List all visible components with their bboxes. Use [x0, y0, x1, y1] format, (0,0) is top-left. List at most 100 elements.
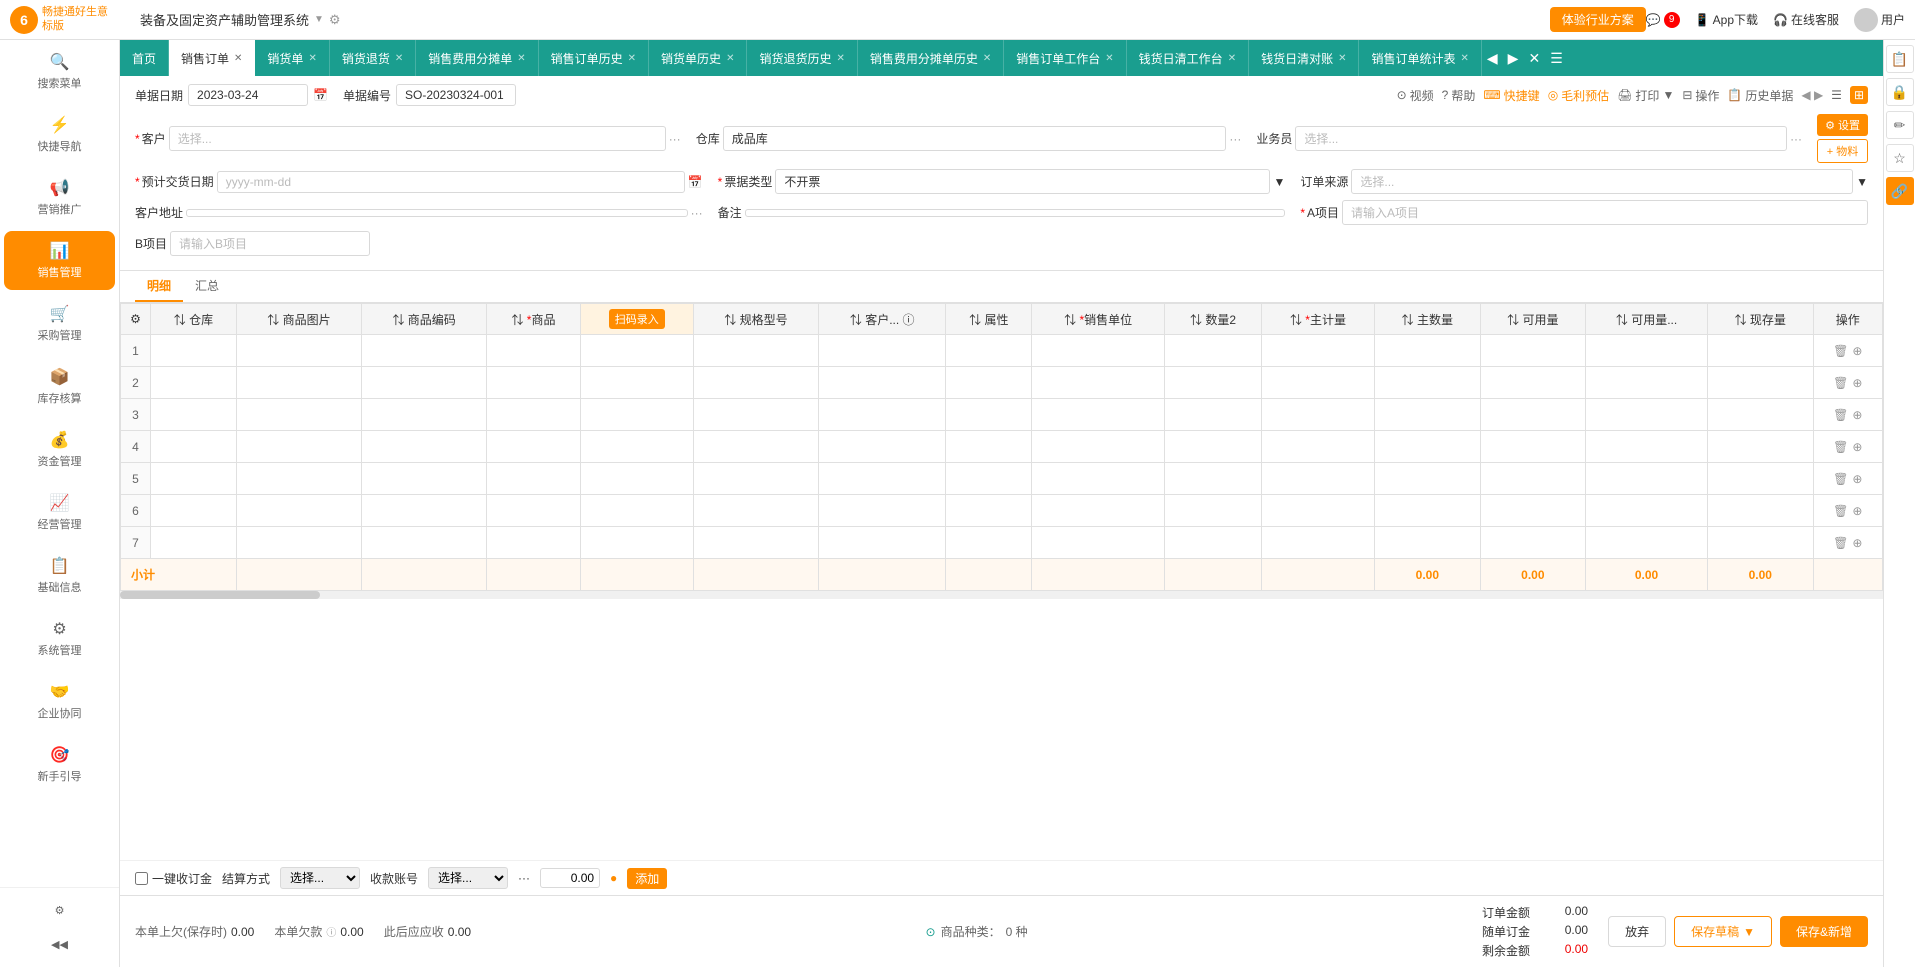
col-qty2[interactable]: ⇅ 数量2	[1165, 304, 1262, 335]
operations-btn[interactable]: ⊟ 操作	[1682, 87, 1719, 104]
save-new-button[interactable]: 保存&新增	[1780, 916, 1868, 947]
sidebar-item-inventory[interactable]: 📦 库存核算	[4, 357, 115, 416]
help-btn[interactable]: ? 帮助	[1442, 87, 1476, 104]
preview-btn[interactable]: ⊙ 视频	[1397, 87, 1434, 104]
history-btn[interactable]: 📋 历史单据	[1727, 87, 1793, 104]
tab-close-icon[interactable]: ✕	[836, 53, 844, 64]
sidebar-item-operations[interactable]: 📈 经营管理	[4, 483, 115, 542]
copy-icon[interactable]: ⊕	[1852, 536, 1862, 550]
delete-icon[interactable]: 🗑	[1833, 376, 1848, 390]
sidebar-item-finance[interactable]: 💰 资金管理	[4, 420, 115, 479]
col-main-unit[interactable]: ⇅ *主计量	[1261, 304, 1374, 335]
salesperson-input[interactable]: 选择...	[1295, 126, 1787, 151]
tab-nav-next[interactable]: ▶	[1503, 50, 1524, 67]
remarks-input[interactable]	[745, 209, 1286, 217]
col-available[interactable]: ⇅ 可用量	[1480, 304, 1586, 335]
tab-home[interactable]: 首页	[120, 40, 169, 76]
copy-icon[interactable]: ⊕	[1852, 440, 1862, 454]
tab-sales-slip[interactable]: 销货单 ✕	[255, 40, 329, 76]
system-dropdown-icon[interactable]: ▼	[314, 14, 324, 25]
dropdown-arrow-icon[interactable]: ▼	[1743, 925, 1755, 939]
sidebar-collapse[interactable]: ◀◀	[46, 930, 73, 959]
col-available2[interactable]: ⇅ 可用量...	[1586, 304, 1708, 335]
col-unit[interactable]: ⇅ *销售单位	[1032, 304, 1165, 335]
tab-close-icon[interactable]: ✕	[1105, 53, 1113, 64]
sidebar-item-search[interactable]: 🔍 搜索菜单	[4, 42, 115, 101]
payment-amount-input[interactable]	[540, 868, 600, 888]
copy-icon[interactable]: ⊕	[1852, 472, 1862, 486]
col-product[interactable]: ⇅ *商品	[487, 304, 581, 335]
tab-sales-expense[interactable]: 销售费用分摊单 ✕	[416, 40, 538, 76]
sidebar-item-quicknav[interactable]: ⚡ 快捷导航	[4, 105, 115, 164]
delete-icon[interactable]: 🗑	[1833, 408, 1848, 422]
col-customer-code[interactable]: ⇅ 客户... ⓘ	[819, 304, 946, 335]
detail-tab-detail[interactable]: 明细	[135, 271, 183, 302]
scroll-thumb[interactable]	[120, 591, 320, 599]
solution-button[interactable]: 体验行业方案	[1550, 7, 1646, 32]
col-warehouse[interactable]: ⇅ 仓库	[151, 304, 237, 335]
tab-menu[interactable]: ☰	[1545, 50, 1568, 67]
tab-sales-return-history[interactable]: 销货退货历史 ✕	[747, 40, 857, 76]
payment-method-select[interactable]: 选择...	[280, 867, 360, 889]
tab-close-icon[interactable]: ✕	[1338, 53, 1346, 64]
right-panel-lock[interactable]: 🔒	[1886, 78, 1914, 106]
settings-icon[interactable]: ⚙	[329, 12, 341, 28]
tab-nav-prev[interactable]: ◀	[1482, 50, 1503, 67]
invoice-type-select[interactable]: 不开票	[775, 169, 1270, 194]
copy-icon[interactable]: ⊕	[1852, 376, 1862, 390]
sidebar-item-basic[interactable]: 📋 基础信息	[4, 546, 115, 605]
customer-input[interactable]: 选择...	[169, 126, 666, 151]
detail-tab-summary[interactable]: 汇总	[183, 271, 231, 302]
tab-close-icon[interactable]: ✕	[1461, 53, 1469, 64]
sidebar-item-sales[interactable]: 📊 销售管理	[4, 231, 115, 290]
tab-close-icon[interactable]: ✕	[308, 53, 316, 64]
scan-button[interactable]: 扫码录入	[609, 309, 665, 329]
online-support-item[interactable]: 🎧 在线客服	[1773, 11, 1839, 28]
col-settings[interactable]: ⚙	[121, 304, 151, 335]
col-main-qty[interactable]: ⇅ 主数量	[1375, 304, 1481, 335]
tab-close-icon[interactable]: ✕	[983, 53, 991, 64]
tab-sales-stats[interactable]: 销售订单统计表 ✕	[1359, 40, 1481, 76]
calendar-icon2[interactable]: 📅	[688, 175, 703, 189]
order-source-input[interactable]: 选择...	[1351, 169, 1853, 194]
tab-sales-order[interactable]: 销售订单 ✕	[169, 40, 255, 76]
discard-button[interactable]: 放弃	[1608, 916, 1666, 947]
user-item[interactable]: 用户	[1854, 8, 1905, 32]
col-attr[interactable]: ⇅ 属性	[946, 304, 1032, 335]
add-payment-btn[interactable]: 添加	[627, 868, 667, 889]
bank-account-select[interactable]: 选择...	[428, 867, 508, 889]
notification-item[interactable]: 💬 9	[1646, 12, 1680, 28]
warehouse-input[interactable]: 成品库	[723, 126, 1227, 151]
sidebar-item-purchase[interactable]: 🛒 采购管理	[4, 294, 115, 353]
col-code[interactable]: ⇅ 商品编码	[362, 304, 487, 335]
tab-close-icon[interactable]: ✕	[1228, 53, 1236, 64]
tab-sales-workbench[interactable]: 销售订单工作台 ✕	[1004, 40, 1126, 76]
delete-icon[interactable]: 🗑	[1833, 472, 1848, 486]
sidebar-item-marketing[interactable]: 📢 营销推广	[4, 168, 115, 227]
b-project-input[interactable]: 请输入B项目	[170, 231, 370, 256]
tab-cash-workbench[interactable]: 钱货日清工作台 ✕	[1127, 40, 1249, 76]
tab-close-icon[interactable]: ✕	[628, 53, 636, 64]
sidebar-item-guide[interactable]: 🎯 新手引导	[4, 735, 115, 794]
app-download-item[interactable]: 📱 App下载	[1695, 11, 1758, 28]
view-toggle-form[interactable]: ⊞	[1850, 86, 1868, 104]
delete-icon[interactable]: 🗑	[1833, 504, 1848, 518]
view-toggle-list[interactable]: ☰	[1831, 88, 1842, 102]
tab-close-icon[interactable]: ✕	[726, 53, 734, 64]
sidebar-settings[interactable]: ⚙	[50, 896, 70, 925]
tab-cash-reconcile[interactable]: 钱货日清对账 ✕	[1249, 40, 1359, 76]
delivery-date-input[interactable]: yyyy-mm-dd	[217, 171, 685, 193]
customer-address-input[interactable]	[186, 209, 688, 217]
sidebar-item-collab[interactable]: 🤝 企业协同	[4, 672, 115, 731]
col-current-stock[interactable]: ⇅ 现存量	[1708, 304, 1814, 335]
tab-sales-order-history[interactable]: 销售订单历史 ✕	[539, 40, 649, 76]
delete-icon[interactable]: 🗑	[1833, 344, 1848, 358]
copy-icon[interactable]: ⊕	[1852, 408, 1862, 422]
right-panel-link[interactable]: 🔗	[1886, 177, 1914, 205]
tab-sales-return[interactable]: 销货退货 ✕	[330, 40, 416, 76]
print-btn[interactable]: 🖨 打印 ▼	[1617, 87, 1674, 104]
doc-date-value[interactable]: 2023-03-24	[188, 84, 308, 106]
address-dots[interactable]: ···	[691, 206, 703, 220]
salesperson-dots[interactable]: ···	[1790, 132, 1802, 146]
warehouse-dots[interactable]: ···	[1229, 132, 1241, 146]
